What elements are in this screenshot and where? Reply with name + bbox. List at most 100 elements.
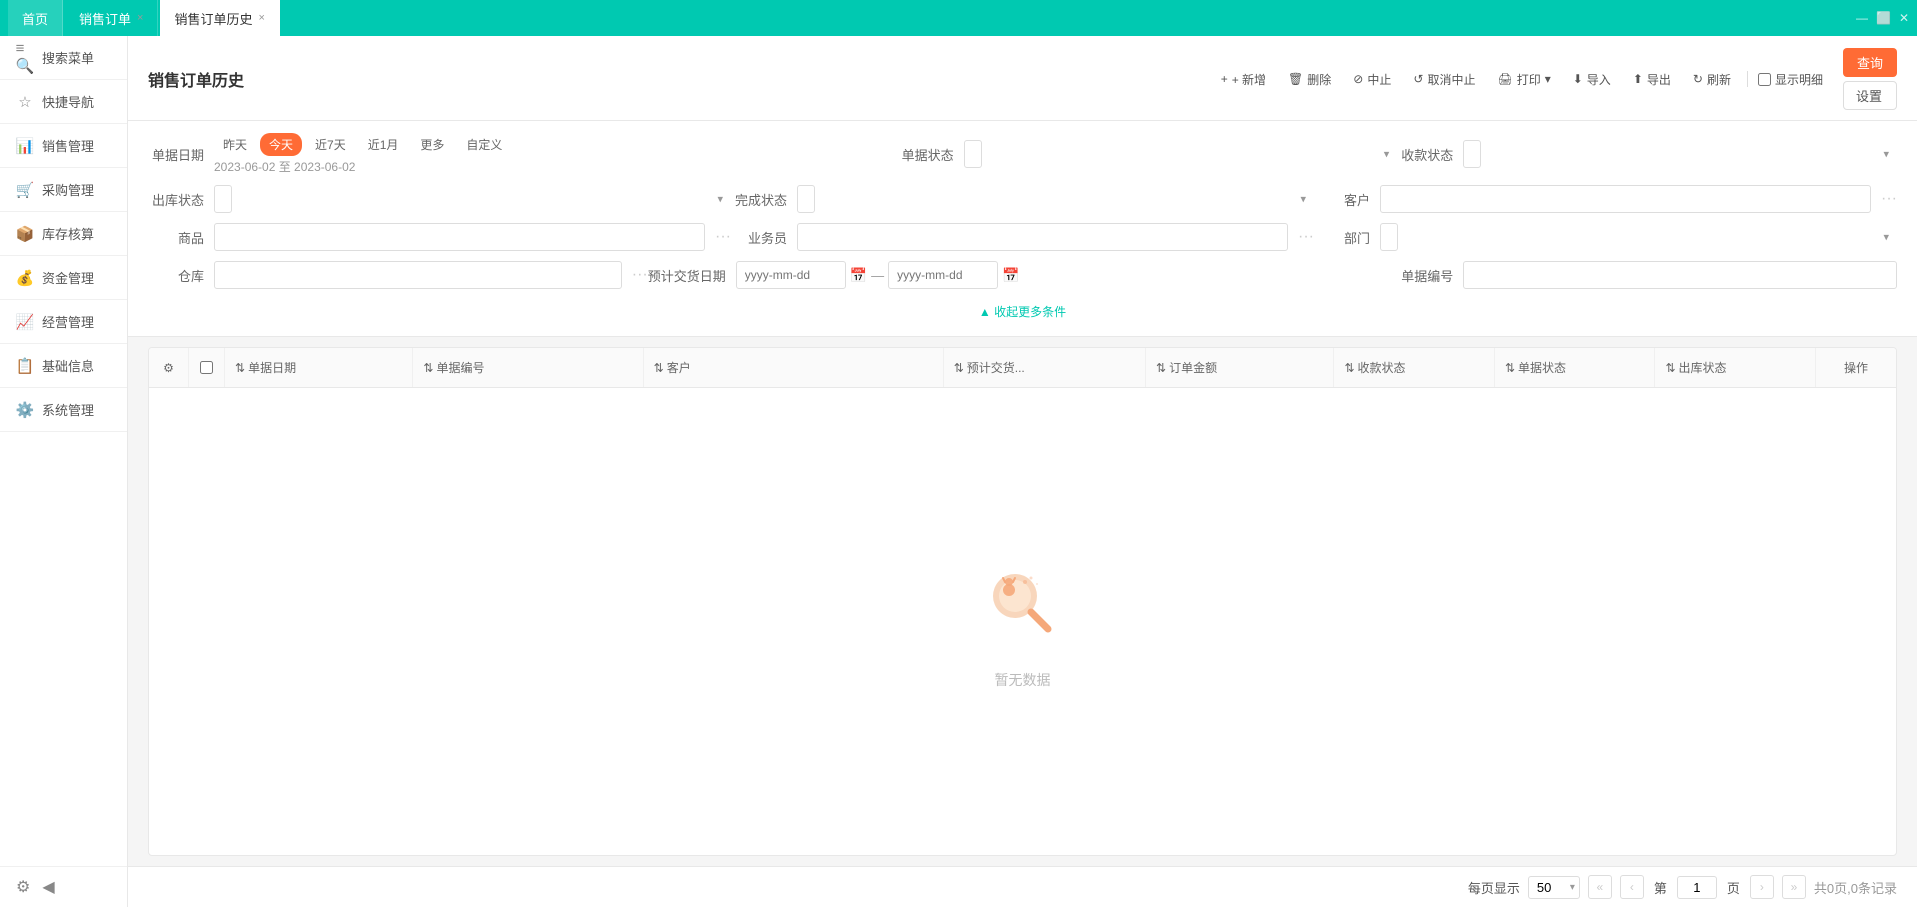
refresh-icon: ↻ (1693, 72, 1703, 86)
receipt-status-label: 收款状态 (1397, 145, 1453, 164)
salesperson-input[interactable] (797, 223, 1288, 251)
dept-select[interactable] (1380, 223, 1398, 251)
bill-no-input[interactable] (1463, 261, 1897, 289)
date-pill-today[interactable]: 今天 (260, 133, 302, 156)
next-page-button[interactable]: › (1750, 875, 1774, 899)
bill-status-label: 单据状态 (898, 145, 954, 164)
content-area: 销售订单历史 + + 新增 🗑 删除 ⊘ 中止 ↺ (128, 36, 1917, 907)
th-receipt-status[interactable]: ⇅ 收款状态 (1334, 348, 1495, 387)
import-button[interactable]: ⬇ 导入 (1567, 67, 1617, 92)
display-detail-label: 显示明细 (1775, 71, 1823, 88)
filter-warehouse-item: 仓库 ··· (148, 261, 648, 289)
th-action: 操作 (1816, 348, 1896, 387)
sidebar-item-inventory[interactable]: 📦 库存核算 (0, 212, 127, 256)
th-out-status[interactable]: ⇅ 出库状态 (1655, 348, 1816, 387)
first-page-button[interactable]: « (1588, 875, 1612, 899)
bill-status-select[interactable] (964, 140, 982, 168)
out-status-select-wrap: ▾ (214, 185, 731, 213)
sidebar-item-quick-nav[interactable]: ☆ 快捷导航 (0, 80, 127, 124)
sidebar-item-purchase-mgmt[interactable]: 🛒 采购管理 (0, 168, 127, 212)
sidebar-item-operations-mgmt-label: 经营管理 (42, 312, 94, 331)
display-detail-checkbox[interactable] (1758, 73, 1771, 86)
new-button[interactable]: + + 新增 (1215, 67, 1272, 92)
table-settings-icon[interactable]: ⚙ (163, 361, 174, 375)
complete-status-select[interactable] (797, 185, 815, 213)
close-tab-history-icon[interactable]: × (258, 12, 264, 24)
th-checkbox[interactable] (189, 348, 225, 387)
goods-label: 商品 (148, 228, 204, 247)
sidebar-item-capital-mgmt[interactable]: 💰 资金管理 (0, 256, 127, 300)
empty-svg (973, 554, 1073, 654)
date-pill-1month[interactable]: 近1月 (359, 133, 408, 156)
th-bill-status[interactable]: ⇅ 单据状态 (1495, 348, 1656, 387)
stop-button[interactable]: ⊘ 中止 (1347, 67, 1397, 92)
th-date[interactable]: ⇅ 单据日期 (225, 348, 413, 387)
delivery-date-to-input[interactable] (888, 261, 998, 289)
warehouse-dots-icon[interactable]: ··· (632, 266, 648, 284)
sidebar: ≡🔍 搜索菜单 ☆ 快捷导航 📊 销售管理 🛒 采购管理 📦 库存核算 💰 资金… (0, 36, 128, 907)
dept-select-wrap: ▾ (1380, 223, 1897, 251)
tab-sales-order-history[interactable]: 销售订单历史 × (160, 0, 279, 36)
th-customer[interactable]: ⇅ 客户 (644, 348, 944, 387)
warehouse-input[interactable] (214, 261, 622, 289)
restore-button[interactable]: ⬜ (1876, 11, 1891, 25)
receipt-status-select-wrap: ▾ (1463, 140, 1897, 168)
customer-dots-icon[interactable]: ··· (1881, 190, 1897, 208)
bill-no-label: 单据编号 (1397, 266, 1453, 285)
display-detail-toggle[interactable]: 显示明细 (1758, 71, 1823, 88)
sidebar-settings-icon[interactable]: ⚙ (16, 877, 30, 897)
tab-home[interactable]: 首页 (8, 0, 63, 36)
date-pill-custom[interactable]: 自定义 (457, 133, 511, 156)
th-receipt-sort-icon: ⇅ (1344, 361, 1354, 375)
sidebar-item-search-menu[interactable]: ≡🔍 搜索菜单 (0, 36, 127, 80)
tab-sales-order-history-label: 销售订单历史 (174, 9, 252, 28)
per-page-select[interactable]: 10 20 50 100 (1528, 876, 1580, 899)
delete-button[interactable]: 🗑 删除 (1282, 67, 1337, 92)
th-delivery[interactable]: ⇅ 预计交货... (944, 348, 1146, 387)
customer-input[interactable] (1380, 185, 1871, 213)
filter-customer-item: 客户 ··· (1314, 185, 1897, 213)
th-number[interactable]: ⇅ 单据编号 (413, 348, 643, 387)
cancel-stop-button[interactable]: ↺ 取消中止 (1407, 67, 1481, 92)
sidebar-item-operations-mgmt[interactable]: 📈 经营管理 (0, 300, 127, 344)
export-button[interactable]: ⬆ 导出 (1627, 67, 1677, 92)
goods-dots-icon[interactable]: ··· (715, 228, 731, 246)
page-number-input[interactable] (1677, 876, 1717, 899)
out-status-select[interactable] (214, 185, 232, 213)
last-page-button[interactable]: » (1782, 875, 1806, 899)
sidebar-item-basic-info-label: 基础信息 (42, 356, 94, 375)
delivery-date-from-input[interactable] (736, 261, 846, 289)
inventory-icon: 📦 (16, 225, 34, 243)
receipt-status-select[interactable] (1463, 140, 1481, 168)
sidebar-item-sales-mgmt[interactable]: 📊 销售管理 (0, 124, 127, 168)
date-pill-more[interactable]: 更多 (411, 133, 453, 156)
tab-sales-order[interactable]: 销售订单 × (65, 0, 158, 36)
th-settings[interactable]: ⚙ (149, 348, 189, 387)
query-button[interactable]: 查询 (1843, 48, 1897, 77)
sidebar-collapse-icon[interactable]: ◀ (42, 877, 54, 897)
print-button[interactable]: 🖨 打印 ▾ (1491, 67, 1556, 92)
toolbar: + + 新增 🗑 删除 ⊘ 中止 ↺ 取消中止 (1215, 48, 1897, 110)
delete-icon: 🗑 (1288, 72, 1303, 86)
salesperson-dots-icon[interactable]: ··· (1298, 228, 1314, 246)
filter-salesperson-item: 业务员 ··· (731, 223, 1314, 251)
delivery-date-from-calendar-icon[interactable]: 📅 (850, 267, 867, 284)
filter-area: 单据日期 昨天 今天 近7天 近1月 更多 自定义 2023-06-02 至 2… (128, 121, 1917, 337)
date-pill-yesterday[interactable]: 昨天 (214, 133, 256, 156)
minimize-button[interactable]: — (1856, 11, 1868, 25)
close-window-button[interactable]: ✕ (1899, 11, 1909, 25)
refresh-button[interactable]: ↻ 刷新 (1687, 67, 1737, 92)
settings-button[interactable]: 设置 (1843, 81, 1897, 110)
select-all-checkbox[interactable] (200, 361, 213, 374)
sidebar-item-system-mgmt[interactable]: ⚙️ 系统管理 (0, 388, 127, 432)
goods-input[interactable] (214, 223, 705, 251)
th-amount[interactable]: ⇅ 订单金额 (1146, 348, 1334, 387)
collapse-row[interactable]: ▲ 收起更多条件 (148, 299, 1897, 324)
date-pill-7days[interactable]: 近7天 (306, 133, 355, 156)
close-tab-sales-order-icon[interactable]: × (137, 12, 143, 24)
sidebar-item-quick-nav-label: 快捷导航 (42, 92, 94, 111)
delivery-date-to-calendar-icon[interactable]: 📅 (1002, 267, 1019, 284)
prev-page-button[interactable]: ‹ (1620, 875, 1644, 899)
sidebar-item-basic-info[interactable]: 📋 基础信息 (0, 344, 127, 388)
sidebar-bottom: ⚙ ◀ (0, 866, 127, 907)
